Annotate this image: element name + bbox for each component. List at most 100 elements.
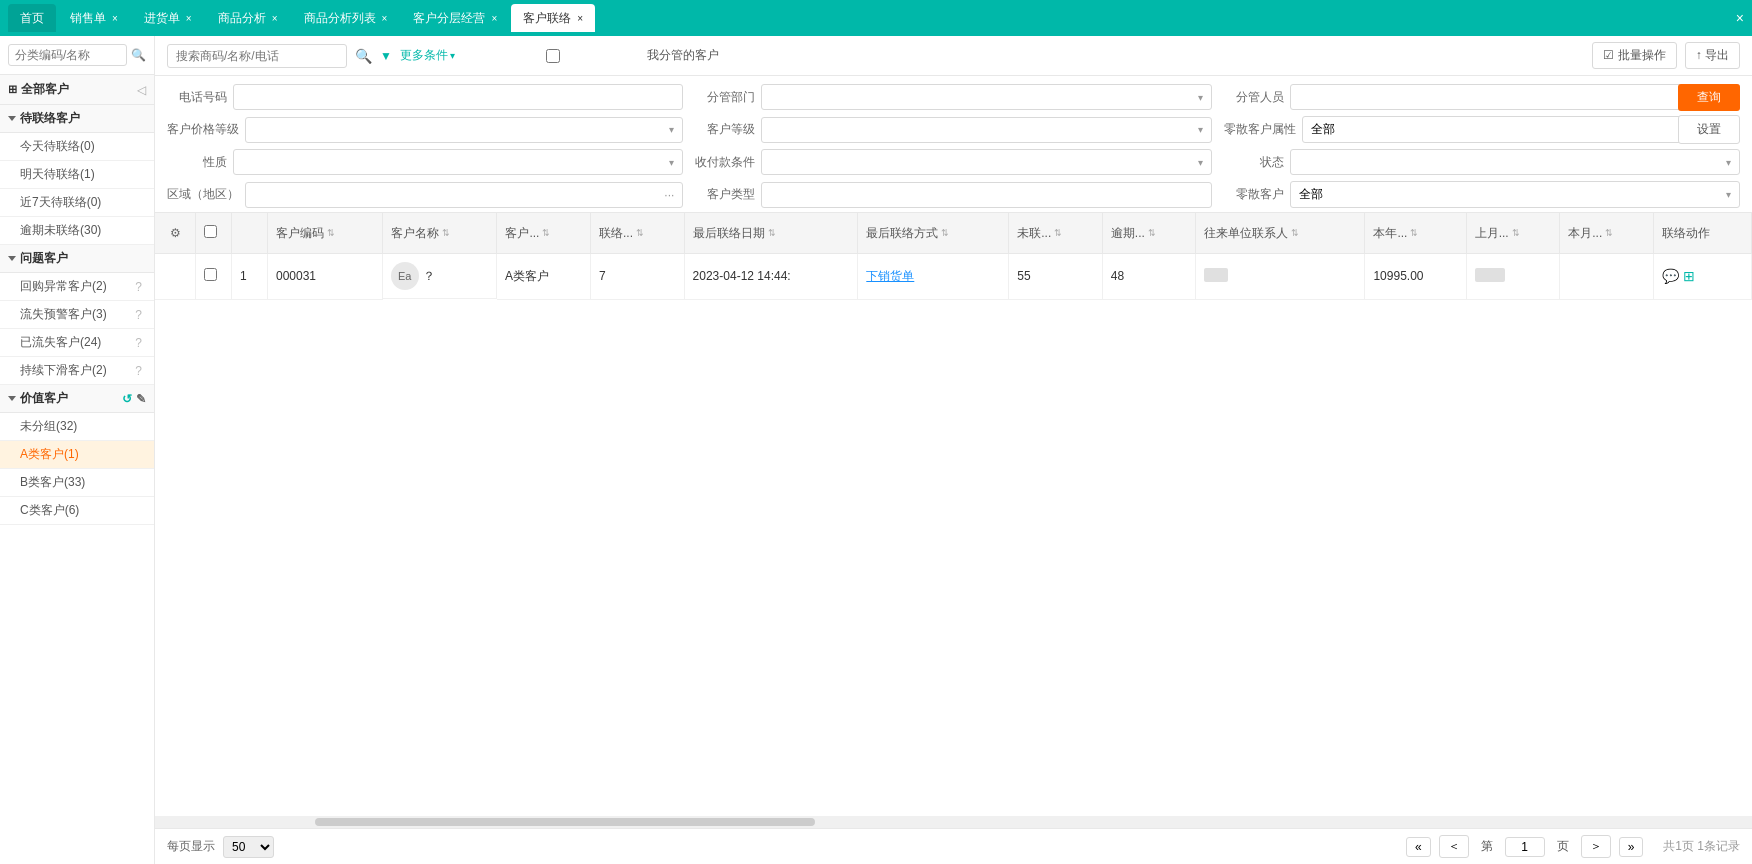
col-code-header[interactable]: 客户编码 ⇅: [268, 213, 383, 254]
col-checkbox-header[interactable]: [196, 213, 232, 254]
payment-field: 收付款条件 ▾: [695, 149, 1211, 175]
sort-overdue-icon[interactable]: ⇅: [1148, 228, 1156, 238]
col-overdue-header[interactable]: 逾期... ⇅: [1102, 213, 1196, 254]
tab-customer-tier-close[interactable]: ×: [491, 13, 497, 24]
col-this-month-header[interactable]: 本月... ⇅: [1560, 213, 1654, 254]
my-customers-checkbox-label[interactable]: 我分管的客户: [463, 47, 719, 64]
customer-type-input[interactable]: [761, 182, 1211, 208]
value-customers-header[interactable]: 价值客户 ↺ ✎: [0, 385, 154, 413]
row-seq: 1: [232, 254, 268, 300]
scrollbar-thumb[interactable]: [315, 818, 815, 826]
sidebar-item-tomorrow[interactable]: 明天待联络(1): [0, 161, 154, 189]
customer-tier-select[interactable]: ▾: [761, 117, 1211, 143]
region-dots[interactable]: ···: [664, 188, 674, 202]
scatter-customer-select[interactable]: 全部 ▾: [1290, 181, 1740, 208]
row-select-checkbox[interactable]: [204, 268, 217, 281]
sort-contacts-icon[interactable]: ⇅: [636, 228, 644, 238]
sidebar-item-abnormal[interactable]: 回购异常客户(2) ?: [0, 273, 154, 301]
problem-customers-header[interactable]: 问题客户: [0, 245, 154, 273]
more-conditions-btn[interactable]: 更多条件 ▾: [400, 47, 455, 64]
sidebar-search-icon[interactable]: 🔍: [131, 48, 146, 62]
horizontal-scrollbar[interactable]: [155, 816, 1752, 828]
row-last-contact-method[interactable]: 下销货单: [858, 254, 1009, 300]
sidebar-item-overdue[interactable]: 逾期未联络(30): [0, 217, 154, 245]
tab-analysis-close[interactable]: ×: [272, 13, 278, 24]
tab-analysis[interactable]: 商品分析 ×: [206, 4, 290, 32]
scatter-attr-select[interactable]: 全部 ▾: [1302, 116, 1740, 143]
search-icon[interactable]: 🔍: [355, 48, 372, 64]
manager-input[interactable]: ···: [1290, 84, 1740, 110]
price-tier-select[interactable]: ▾: [245, 117, 683, 143]
tab-sales[interactable]: 销售单 ×: [58, 4, 130, 32]
export-btn[interactable]: ↑ 导出: [1685, 42, 1740, 69]
col-name-header[interactable]: 客户名称 ⇅: [382, 213, 497, 254]
sort-this-month-icon[interactable]: ⇅: [1605, 228, 1613, 238]
sidebar-item-week[interactable]: 近7天待联络(0): [0, 189, 154, 217]
col-this-year-header[interactable]: 本年... ⇅: [1365, 213, 1466, 254]
col-contacts-header[interactable]: 联络... ⇅: [591, 213, 685, 254]
nature-select[interactable]: ▾: [233, 149, 683, 175]
sidebar-collapse-icon[interactable]: ◁: [137, 83, 146, 97]
page-size-select[interactable]: 10 20 50 100: [223, 836, 274, 858]
sort-unit-icon[interactable]: ⇅: [1291, 228, 1299, 238]
tab-purchase-close[interactable]: ×: [186, 13, 192, 24]
payment-select[interactable]: ▾: [761, 149, 1211, 175]
col-unit-contacts-header[interactable]: 往来单位联系人 ⇅: [1196, 213, 1365, 254]
last-page-btn[interactable]: »: [1619, 837, 1644, 857]
sort-method-icon[interactable]: ⇅: [941, 228, 949, 238]
page-number-input[interactable]: [1505, 837, 1545, 857]
dept-select[interactable]: ▾: [761, 84, 1211, 110]
sidebar-search-input[interactable]: [8, 44, 127, 66]
pending-contact-header[interactable]: 待联络客户: [0, 105, 154, 133]
tab-purchase[interactable]: 进货单 ×: [132, 4, 204, 32]
sidebar-item-declining[interactable]: 持续下滑客户(2) ?: [0, 357, 154, 385]
tab-sales-close[interactable]: ×: [112, 13, 118, 24]
sort-year-icon[interactable]: ⇅: [1410, 228, 1418, 238]
sort-type-icon[interactable]: ⇅: [542, 228, 550, 238]
sidebar-item-a-class[interactable]: A类客户(1): [0, 441, 154, 469]
next-page-btn[interactable]: ＞: [1581, 835, 1611, 858]
edit-icon[interactable]: ✎: [136, 392, 146, 406]
sort-name-icon[interactable]: ⇅: [442, 228, 450, 238]
tab-customer-contact-close[interactable]: ×: [577, 13, 583, 24]
sidebar-item-unclassified[interactable]: 未分组(32): [0, 413, 154, 441]
tab-home[interactable]: 首页: [8, 4, 56, 32]
select-all-checkbox[interactable]: [204, 225, 217, 238]
sort-last-month-icon[interactable]: ⇅: [1512, 228, 1520, 238]
my-customers-checkbox[interactable]: [463, 49, 643, 63]
first-page-btn[interactable]: «: [1406, 837, 1431, 857]
status-select[interactable]: ▾: [1290, 149, 1740, 175]
col-last-contact-method-header[interactable]: 最后联络方式 ⇅: [858, 213, 1009, 254]
tab-analysis-list-close[interactable]: ×: [382, 13, 388, 24]
tab-customer-tier[interactable]: 客户分层经营 ×: [401, 4, 509, 32]
settings-button[interactable]: 设置: [1678, 115, 1740, 144]
sidebar-item-today[interactable]: 今天待联络(0): [0, 133, 154, 161]
sort-date-icon[interactable]: ⇅: [768, 228, 776, 238]
sort-code-icon[interactable]: ⇅: [327, 228, 335, 238]
tab-analysis-list[interactable]: 商品分析列表 ×: [292, 4, 400, 32]
sidebar-item-b-class[interactable]: B类客户(33): [0, 469, 154, 497]
sidebar-item-c-class[interactable]: C类客户(6): [0, 497, 154, 525]
search-input[interactable]: [167, 44, 347, 68]
sidebar-item-churn-warning[interactable]: 流失预警客户(3) ?: [0, 301, 154, 329]
col-last-month-header[interactable]: 上月... ⇅: [1466, 213, 1560, 254]
query-button[interactable]: 查询: [1678, 84, 1740, 111]
filter-row-1: 电话号码 分管部门 ▾ 分管人员 ···: [167, 84, 1740, 110]
batch-ops-btn[interactable]: ☑ 批量操作: [1592, 42, 1676, 69]
col-uncontacted-header[interactable]: 未联... ⇅: [1009, 213, 1103, 254]
prev-page-btn[interactable]: ＜: [1439, 835, 1469, 858]
col-settings[interactable]: ⚙: [155, 213, 196, 254]
qr-icon[interactable]: ⊞: [1683, 268, 1695, 284]
sidebar-item-churned[interactable]: 已流失客户(24) ?: [0, 329, 154, 357]
all-customers-header[interactable]: ⊞ 全部客户 ◁: [0, 75, 154, 105]
col-type-header[interactable]: 客户... ⇅: [497, 213, 591, 254]
row-checkbox[interactable]: [196, 254, 232, 300]
phone-input[interactable]: [233, 84, 683, 110]
refresh-icon[interactable]: ↺: [122, 392, 132, 406]
comment-icon[interactable]: 💬: [1662, 268, 1679, 284]
region-input[interactable]: ···: [245, 182, 683, 208]
col-last-contact-date-header[interactable]: 最后联络日期 ⇅: [684, 213, 858, 254]
close-all-tabs[interactable]: ×: [1736, 10, 1744, 26]
sort-uncontacted-icon[interactable]: ⇅: [1054, 228, 1062, 238]
tab-customer-contact[interactable]: 客户联络 ×: [511, 4, 595, 32]
